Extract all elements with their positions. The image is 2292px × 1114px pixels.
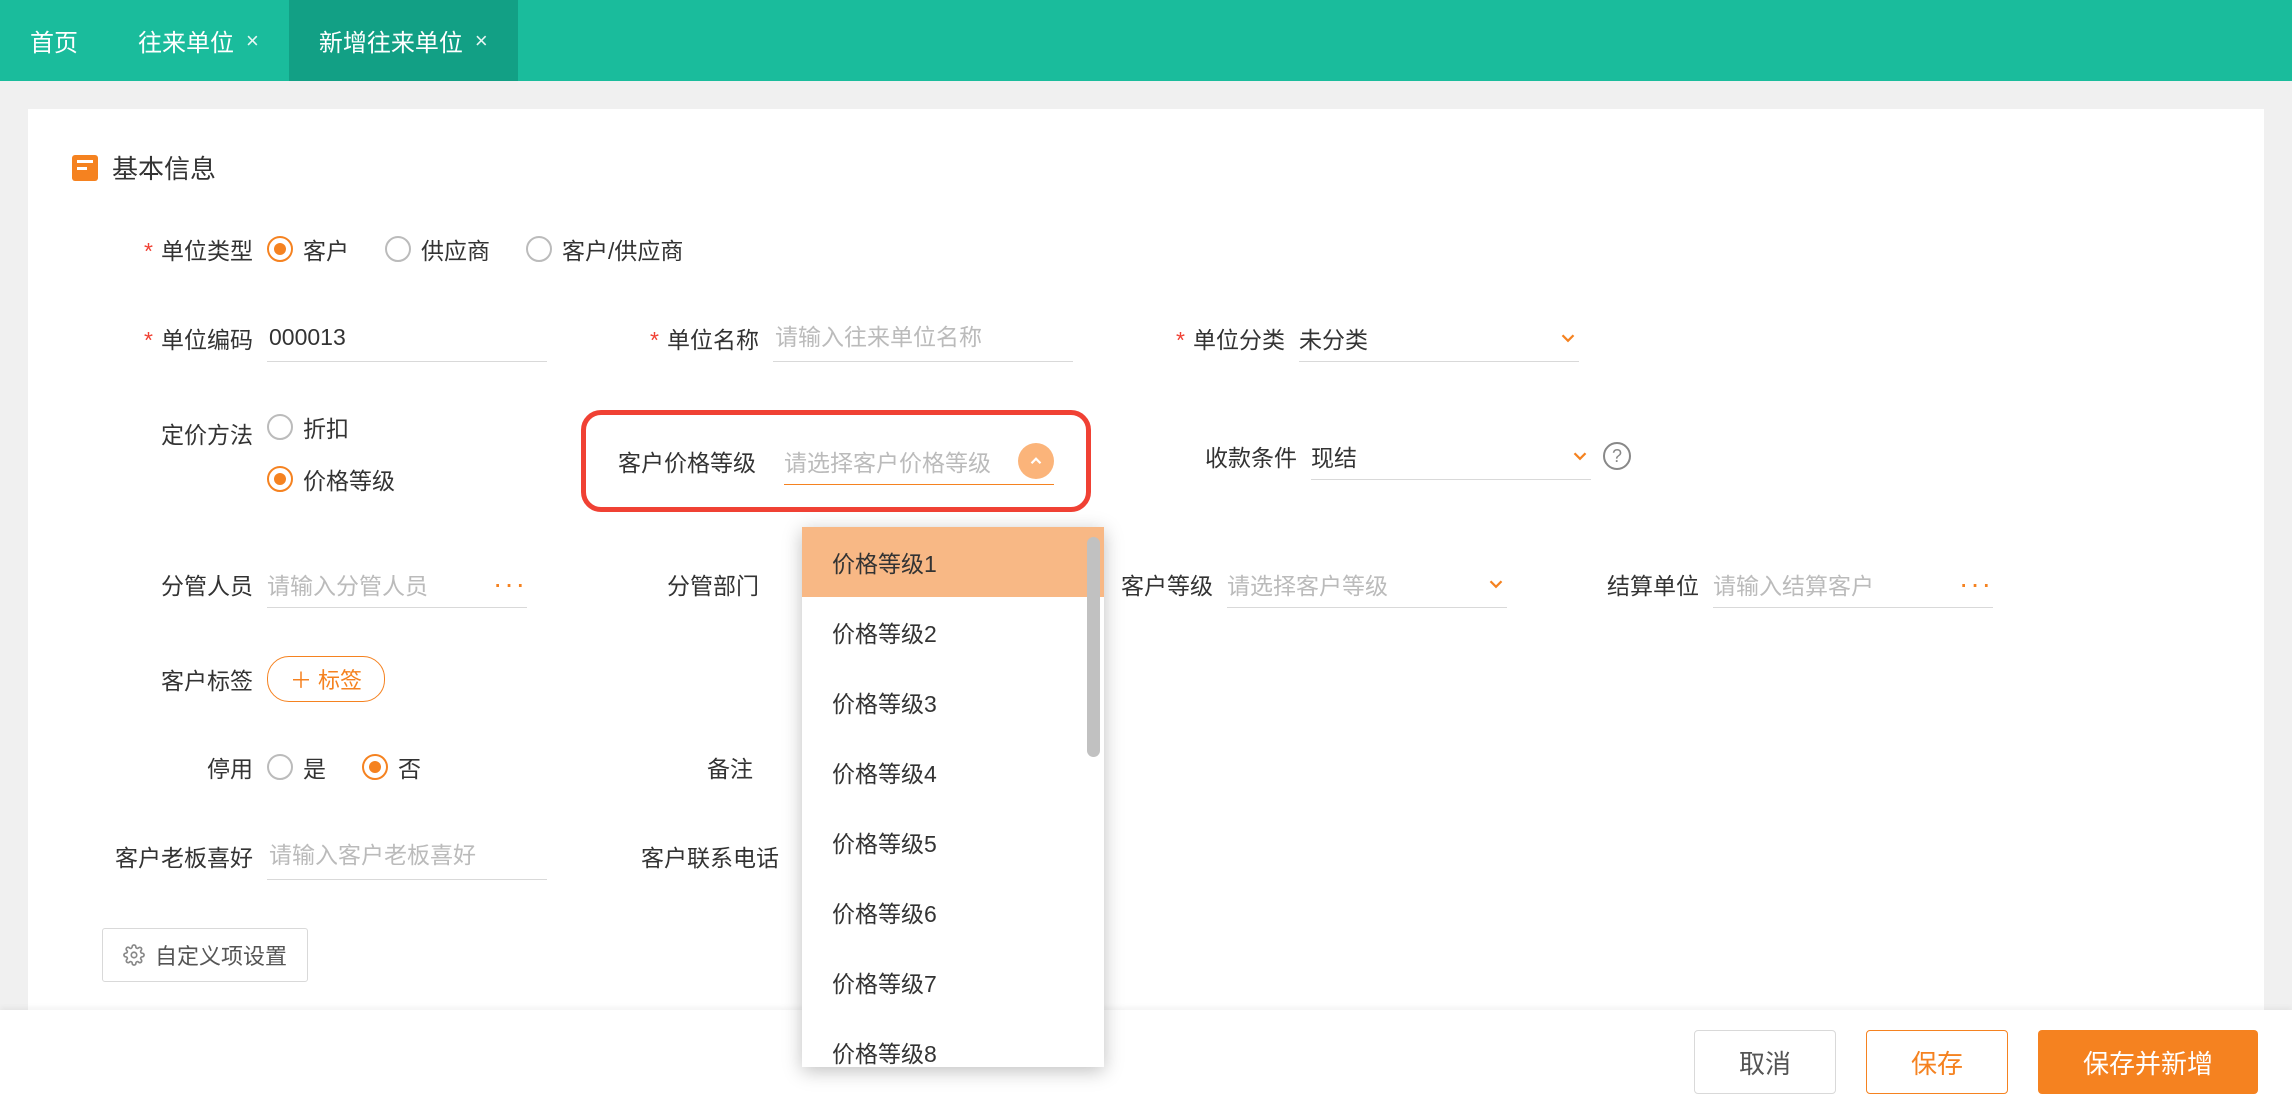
receipt-select[interactable]: 现结 <box>1311 432 1591 480</box>
radio-customer[interactable]: 客户 <box>267 232 349 266</box>
staff-select[interactable]: 请输入分管人员 ··· <box>267 560 527 608</box>
dropdown-item[interactable]: 价格等级2 <box>802 597 1104 667</box>
more-icon: ··· <box>1959 578 1993 590</box>
close-icon[interactable]: × <box>475 28 488 54</box>
radio-no[interactable]: 否 <box>362 750 421 784</box>
radio-supplier[interactable]: 供应商 <box>385 232 490 266</box>
action-bar: 取消 保存 保存并新增 <box>0 1010 2292 1114</box>
dropdown-item[interactable]: 价格等级1 <box>802 527 1104 597</box>
unit-code-input[interactable] <box>267 314 547 362</box>
tab-contacts[interactable]: 往来单位 × <box>108 0 289 81</box>
dropdown-item[interactable]: 价格等级8 <box>802 1017 1104 1067</box>
tab-home[interactable]: 首页 <box>0 0 108 81</box>
price-level-select[interactable]: 请选择客户价格等级 <box>784 437 1054 485</box>
radio-discount[interactable]: 折扣 <box>267 410 395 444</box>
chevron-down-icon <box>1485 573 1507 595</box>
chevron-up-icon <box>1018 443 1054 479</box>
chevron-down-icon <box>1557 327 1579 349</box>
form-page: 基本信息 *单位类型 客户 供应商 客户/供应商 *单位编码 *单位名称 <box>28 109 2264 1114</box>
save-button[interactable]: 保存 <box>1866 1030 2008 1094</box>
unit-category-select[interactable]: 未分类 <box>1299 314 1579 362</box>
cancel-button[interactable]: 取消 <box>1694 1030 1836 1094</box>
chevron-down-icon <box>1569 445 1591 467</box>
price-level-group: 客户价格等级 请选择客户价格等级 价格等级1 价格等级2 价格等级3 价格等级4… <box>581 410 1091 512</box>
unit-name-input[interactable] <box>773 314 1073 362</box>
custom-fields-button[interactable]: 自定义项设置 <box>102 928 308 982</box>
dropdown-item[interactable]: 价格等级3 <box>802 667 1104 737</box>
radio-price-level[interactable]: 价格等级 <box>267 462 395 496</box>
price-level-dropdown: 价格等级1 价格等级2 价格等级3 价格等级4 价格等级5 价格等级6 价格等级… <box>802 527 1104 1067</box>
save-and-new-button[interactable]: 保存并新增 <box>2038 1030 2258 1094</box>
help-icon[interactable]: ? <box>1603 442 1631 470</box>
scrollbar[interactable] <box>1087 537 1100 757</box>
add-tag-button[interactable]: ＋标签 <box>267 656 385 702</box>
pricing-group: 折扣 价格等级 <box>267 410 395 496</box>
tab-add-contact[interactable]: 新增往来单位 × <box>289 0 518 81</box>
section-icon <box>72 155 98 181</box>
close-icon[interactable]: × <box>246 28 259 54</box>
radio-yes[interactable]: 是 <box>267 750 326 784</box>
settle-unit-select[interactable]: 请输入结算客户 ··· <box>1713 560 1993 608</box>
section-title: 基本信息 <box>112 149 216 186</box>
dropdown-item[interactable]: 价格等级5 <box>802 807 1104 877</box>
boss-pref-input[interactable] <box>267 832 547 880</box>
dropdown-item[interactable]: 价格等级7 <box>802 947 1104 1017</box>
more-icon: ··· <box>493 578 527 590</box>
dropdown-item[interactable]: 价格等级6 <box>802 877 1104 947</box>
unit-type-group: 客户 供应商 客户/供应商 <box>267 232 683 266</box>
radio-both[interactable]: 客户/供应商 <box>526 232 683 266</box>
gear-icon <box>123 944 145 966</box>
dropdown-item[interactable]: 价格等级4 <box>802 737 1104 807</box>
customer-level-select[interactable]: 请选择客户等级 <box>1227 560 1507 608</box>
top-tabbar: 首页 往来单位 × 新增往来单位 × <box>0 0 2292 81</box>
